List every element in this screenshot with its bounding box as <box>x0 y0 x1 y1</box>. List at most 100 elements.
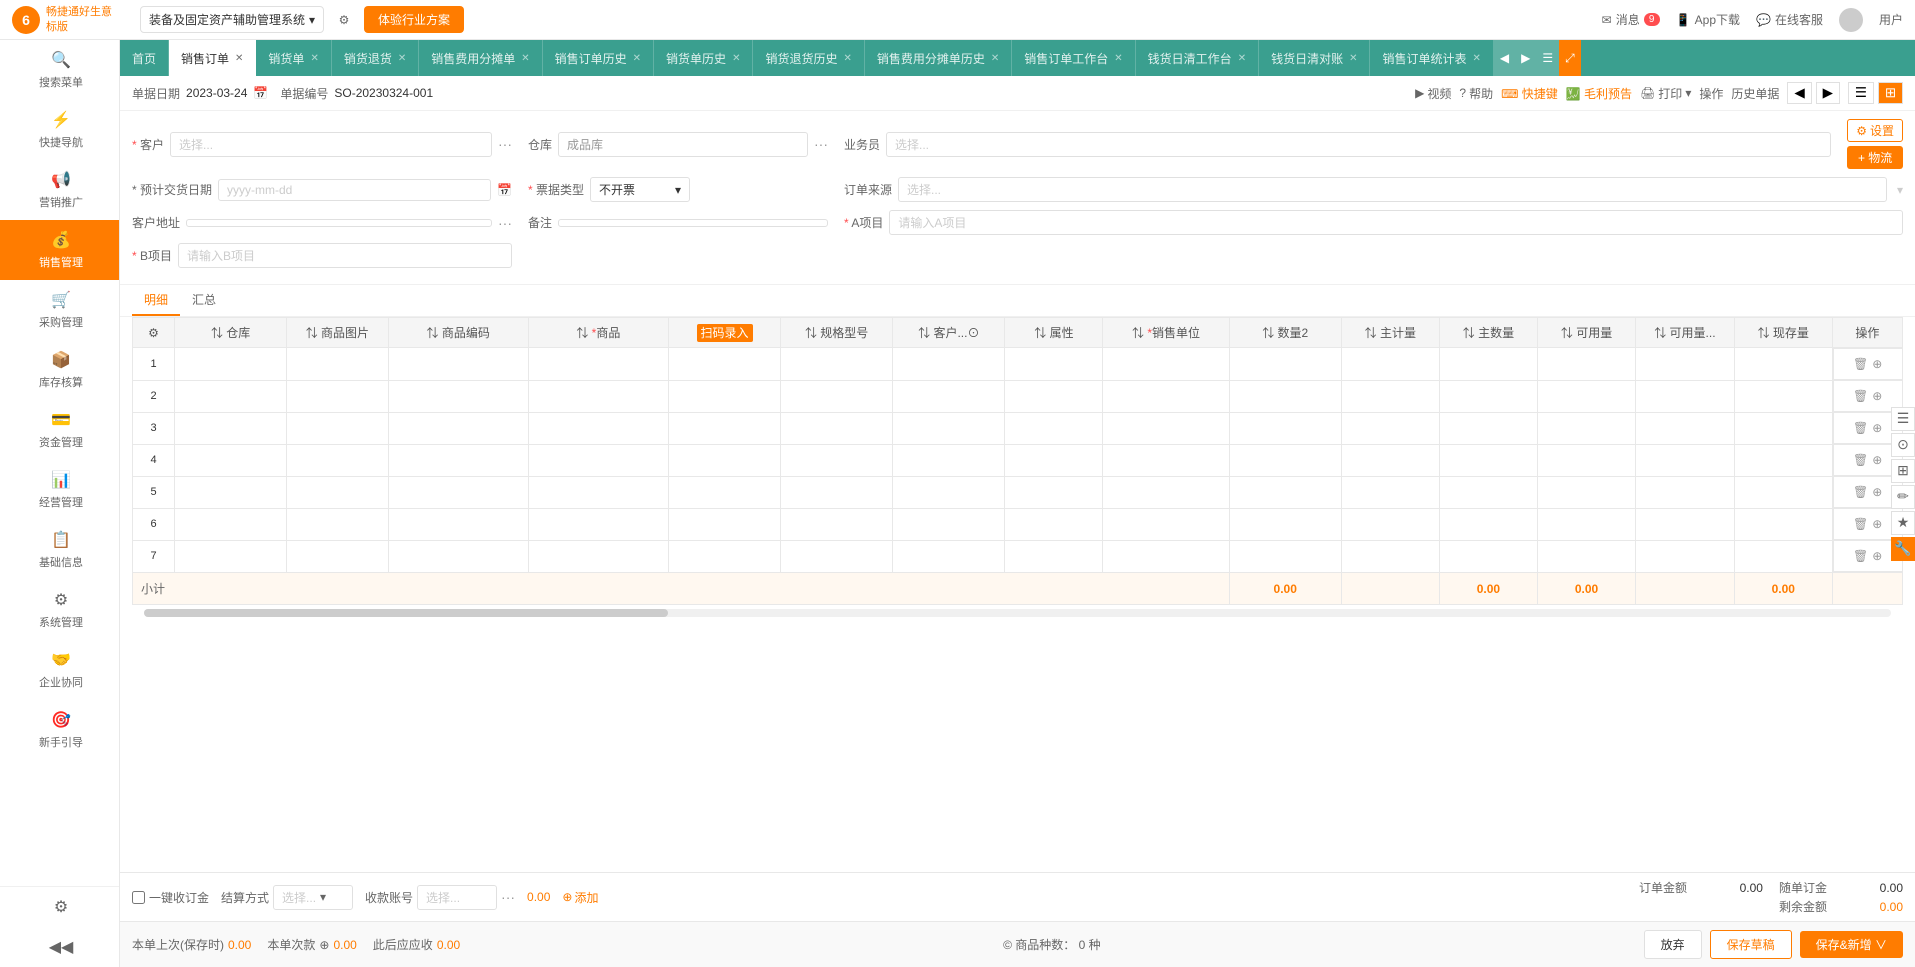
online-service-btn[interactable]: 💬 在线客服 <box>1756 11 1823 28</box>
tab-close-invoice-history[interactable]: ✕ <box>732 53 740 64</box>
th-attribute[interactable]: ⇅ 属性 <box>1005 318 1103 348</box>
row-attribute-3[interactable] <box>1005 412 1103 444</box>
row-main-qty-3[interactable] <box>1439 412 1537 444</box>
th-customer-code[interactable]: ⇅ 客户...⊙ <box>893 318 1005 348</box>
message-btn[interactable]: ✉ 消息 9 <box>1602 11 1660 28</box>
sidebar-item-guide[interactable]: 🎯 新手引导 <box>0 700 119 760</box>
tab-close-stats[interactable]: ✕ <box>1473 53 1481 64</box>
row-main-qty-6[interactable] <box>1439 508 1537 540</box>
row-main-qty-5[interactable] <box>1439 476 1537 508</box>
row-attribute-7[interactable] <box>1005 540 1103 573</box>
row-delete-btn-3[interactable]: 🗑 <box>1853 421 1868 435</box>
row-customer-code-3[interactable] <box>893 412 1005 444</box>
sidebar-item-management[interactable]: 📊 经营管理 <box>0 460 119 520</box>
row-qty2-7[interactable] <box>1229 540 1341 573</box>
row-customer-code-5[interactable] <box>893 476 1005 508</box>
tab-close-order-history[interactable]: ✕ <box>633 53 641 64</box>
sidebar-item-collab[interactable]: 🤝 企业协同 <box>0 640 119 700</box>
row-code-7[interactable] <box>388 540 528 573</box>
one-click-checkbox-input[interactable] <box>132 891 145 904</box>
sidebar-item-purchase[interactable]: 🛒 采购管理 <box>0 280 119 340</box>
row-available2-7[interactable] <box>1636 540 1735 573</box>
th-warehouse[interactable]: ⇅ 仓库 <box>175 318 287 348</box>
row-copy-btn-7[interactable]: ⊕ <box>1872 549 1882 563</box>
row-copy-btn-4[interactable]: ⊕ <box>1872 453 1882 467</box>
row-customer-code-4[interactable] <box>893 444 1005 476</box>
row-available2-3[interactable] <box>1636 412 1735 444</box>
row-stock-2[interactable] <box>1734 380 1832 412</box>
row-image-7[interactable] <box>287 540 388 573</box>
float-btn-4[interactable]: ✏ <box>1891 485 1915 509</box>
tab-order-history[interactable]: 销售订单历史 ✕ <box>543 40 654 76</box>
float-btn-2[interactable]: ⊙ <box>1891 433 1915 457</box>
row-image-3[interactable] <box>287 412 388 444</box>
row-available-2[interactable] <box>1537 380 1635 412</box>
detail-view-btn[interactable]: ⊞ <box>1878 82 1903 104</box>
app-download-btn[interactable]: 📱 App下载 <box>1676 11 1740 28</box>
delivery-calendar-icon[interactable]: 📅 <box>497 183 512 197</box>
row-qty2-3[interactable] <box>1229 412 1341 444</box>
row-qty2-5[interactable] <box>1229 476 1341 508</box>
th-qty2[interactable]: ⇅ 数量2 <box>1229 318 1341 348</box>
row-image-5[interactable] <box>287 476 388 508</box>
row-warehouse-2[interactable] <box>175 380 287 412</box>
sidebar-item-system[interactable]: ⚙ 系统管理 <box>0 580 119 640</box>
th-image[interactable]: ⇅ 商品图片 <box>287 318 388 348</box>
row-copy-btn-5[interactable]: ⊕ <box>1872 485 1882 499</box>
row-image-6[interactable] <box>287 508 388 540</box>
tab-sales-return[interactable]: 销货退货 ✕ <box>332 40 419 76</box>
tab-expense-split[interactable]: 销售费用分摊单 ✕ <box>419 40 542 76</box>
row-scan-1[interactable] <box>668 348 780 381</box>
account-dots-btn[interactable]: ··· <box>501 889 515 905</box>
float-btn-3[interactable]: ⊞ <box>1891 459 1915 483</box>
row-available2-1[interactable] <box>1636 348 1735 381</box>
row-available-5[interactable] <box>1537 476 1635 508</box>
tab-cash-workbench[interactable]: 钱货日清工作台 ✕ <box>1136 40 1259 76</box>
action-profit[interactable]: 💹 毛利预告 <box>1566 85 1632 102</box>
industry-btn[interactable]: 体验行业方案 <box>364 6 464 33</box>
address-input[interactable] <box>186 219 492 227</box>
tab-close-reconcile[interactable]: ✕ <box>1349 53 1357 64</box>
row-code-3[interactable] <box>388 412 528 444</box>
row-customer-code-2[interactable] <box>893 380 1005 412</box>
row-qty2-1[interactable] <box>1229 348 1341 381</box>
th-main-unit[interactable]: ⇅ 主计量 <box>1341 318 1439 348</box>
sidebar-item-basic[interactable]: 📋 基础信息 <box>0 520 119 580</box>
sidebar-item-finance[interactable]: 💳 资金管理 <box>0 400 119 460</box>
th-spec[interactable]: ⇅ 规格型号 <box>781 318 893 348</box>
row-scan-6[interactable] <box>668 508 780 540</box>
row-image-4[interactable] <box>287 444 388 476</box>
row-stock-5[interactable] <box>1734 476 1832 508</box>
tab-close-expense-split[interactable]: ✕ <box>521 53 529 64</box>
row-available2-6[interactable] <box>1636 508 1735 540</box>
th-code[interactable]: ⇅ 商品编码 <box>388 318 528 348</box>
row-main-qty-7[interactable] <box>1439 540 1537 573</box>
tab-return-history[interactable]: 销货退货历史 ✕ <box>753 40 864 76</box>
tab-sales-invoice[interactable]: 销货单 ✕ <box>256 40 331 76</box>
row-stock-7[interactable] <box>1734 540 1832 573</box>
one-click-order-checkbox[interactable]: 一键收订金 <box>132 889 209 906</box>
tab-close-sales-invoice[interactable]: ✕ <box>310 53 318 64</box>
save-new-btn[interactable]: 保存&新增 ∨ <box>1800 931 1903 958</box>
row-delete-btn-5[interactable]: 🗑 <box>1853 485 1868 499</box>
row-qty2-6[interactable] <box>1229 508 1341 540</box>
row-stock-3[interactable] <box>1734 412 1832 444</box>
order-source-input[interactable]: 选择... <box>898 177 1887 202</box>
remark-input[interactable] <box>558 219 828 227</box>
row-qty2-2[interactable] <box>1229 380 1341 412</box>
row-scan-7[interactable] <box>668 540 780 573</box>
tab-prev-btn[interactable]: ◀ <box>1494 40 1515 76</box>
row-goods-6[interactable] <box>528 508 668 540</box>
row-main-unit-3[interactable] <box>1341 412 1439 444</box>
float-btn-1[interactable]: ☰ <box>1891 407 1915 431</box>
account-input[interactable]: 选择... <box>417 885 497 910</box>
row-delete-btn-4[interactable]: 🗑 <box>1853 453 1868 467</box>
row-spec-1[interactable] <box>781 348 893 381</box>
row-stock-1[interactable] <box>1734 348 1832 381</box>
tab-sales-order[interactable]: 销售订单 ✕ <box>169 40 256 76</box>
row-copy-btn-3[interactable]: ⊕ <box>1872 421 1882 435</box>
row-delete-btn-2[interactable]: 🗑 <box>1853 389 1868 403</box>
row-main-qty-2[interactable] <box>1439 380 1537 412</box>
row-scan-5[interactable] <box>668 476 780 508</box>
warehouse-input[interactable]: 成品库 <box>558 132 808 157</box>
